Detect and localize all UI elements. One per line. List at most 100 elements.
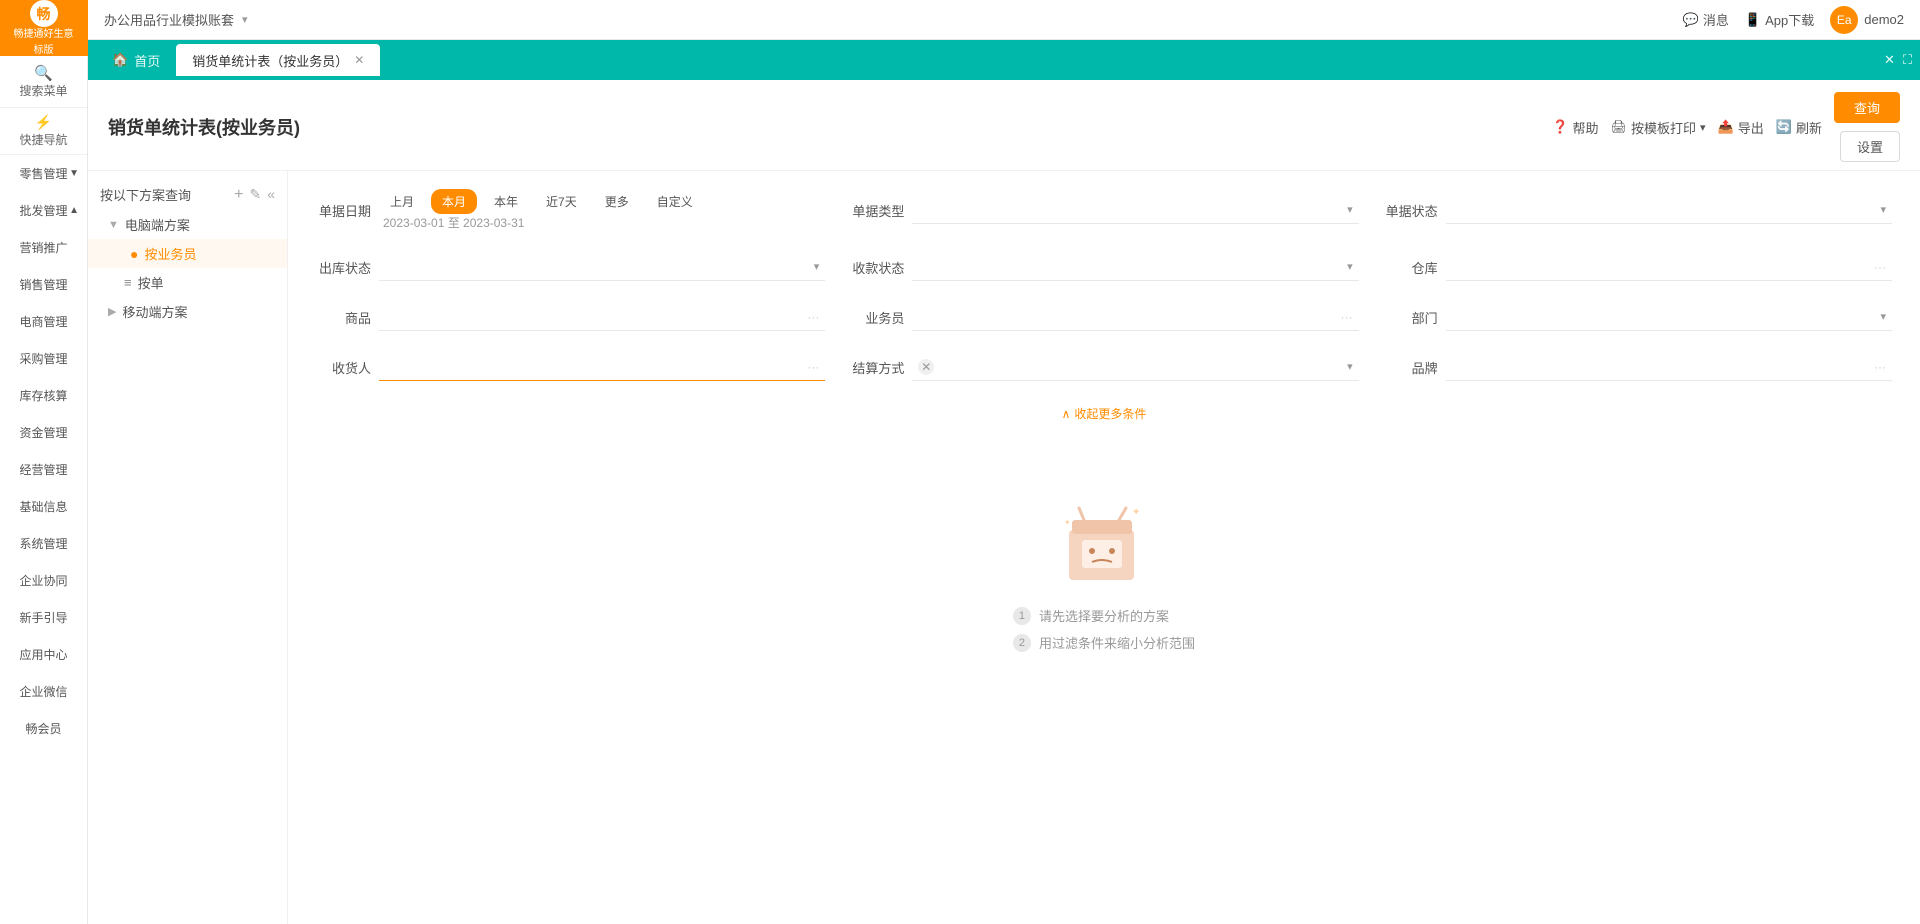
sidebar-item-system[interactable]: 系统管理 (0, 525, 87, 562)
panel-actions: + ✎ « (234, 186, 275, 204)
sidebar-quicknav[interactable]: ⚡ 快捷导航 (0, 108, 87, 155)
sidebar-item-purchase[interactable]: 采购管理 (0, 340, 87, 377)
consignee-input[interactable]: ··· (379, 353, 825, 381)
date-field: 单据日期 上月 本月 本年 近7天 更多 自定义 20 (304, 183, 837, 237)
by-salesperson-label: 按业务员 (144, 244, 196, 263)
sidebar-item-enterprise[interactable]: 企业协同 (0, 562, 87, 599)
salesperson-more-icon: ··· (1341, 310, 1353, 324)
close-window-icon[interactable]: ✕ (1884, 52, 1895, 68)
date-btn-more[interactable]: 更多 (594, 189, 640, 214)
doc-status-input[interactable]: ▾ (1446, 196, 1892, 224)
salesperson-input[interactable]: ··· (912, 303, 1358, 331)
chevron-up-icon: ▲ (69, 205, 79, 216)
app-download-label: App下载 (1765, 10, 1814, 29)
empty-state: ✦ ✦ 1 请先选择要分析的方案 2 用过滤条件来缩小分析范围 (304, 430, 1904, 712)
department-field: 部门 ▾ (1371, 297, 1904, 337)
sidebar-logo: 畅 畅捷通好生意 标版 (0, 0, 88, 56)
export-button[interactable]: 📤 导出 (1718, 118, 1764, 137)
refresh-label: 刷新 (1796, 118, 1822, 137)
sidebar-item-finance[interactable]: 资金管理 (0, 414, 87, 451)
sidebar-item-marketing[interactable]: 营销推广 (0, 229, 87, 266)
sidebar-enterprise-label: 企业协同 (19, 572, 67, 589)
consignee-field: 收货人 ··· (304, 347, 837, 387)
warehouse-input[interactable]: ··· (1446, 253, 1892, 281)
hint-text-2: 用过滤条件来缩小分析范围 (1039, 633, 1195, 652)
empty-text-container: 1 请先选择要分析的方案 2 用过滤条件来缩小分析范围 (1013, 606, 1195, 652)
tree-mobile-label: 移动端方案 (122, 302, 187, 321)
tree-by-salesperson[interactable]: ● 按业务员 (88, 239, 287, 268)
header-title-area: 办公用品行业模拟账套 ▾ (104, 10, 248, 29)
header-app-title: 办公用品行业模拟账套 (104, 10, 234, 29)
sidebar-search-label: 搜索菜单 (0, 82, 87, 99)
receive-status-input[interactable]: ▾ (912, 253, 1358, 281)
edit-scheme-icon[interactable]: ✎ (249, 186, 261, 204)
date-label: 单据日期 (316, 201, 371, 220)
hint-text-1: 请先选择要分析的方案 (1039, 606, 1169, 625)
brand-field: 品牌 ··· (1371, 347, 1904, 387)
date-btn-thisyear[interactable]: 本年 (483, 189, 529, 214)
collapse-label: 收起更多条件 (1074, 405, 1146, 422)
add-scheme-icon[interactable]: + (234, 186, 243, 204)
collapse-panel-icon[interactable]: « (267, 186, 275, 204)
sidebar-item-ecommerce[interactable]: 电商管理 (0, 303, 87, 340)
date-btn-custom[interactable]: 自定义 (646, 189, 704, 214)
sidebar-item-operations[interactable]: 经营管理 (0, 451, 87, 488)
sidebar-search[interactable]: 🔍 搜索菜单 (0, 56, 87, 108)
collapse-button[interactable]: ∧ 收起更多条件 (304, 397, 1904, 430)
filter-row-1: 单据日期 上月 本月 本年 近7天 更多 自定义 20 (304, 183, 1904, 237)
sidebar-finance-label: 资金管理 (19, 424, 67, 441)
settlement-clear-icon[interactable]: ✕ (918, 359, 934, 375)
doc-type-dropdown-icon: ▾ (1347, 203, 1353, 216)
message-button[interactable]: 💬 消息 (1683, 10, 1729, 29)
sidebar-item-basic[interactable]: 基础信息 (0, 488, 87, 525)
filter-row-4: 收货人 ··· 结算方式 ✕ ▾ (304, 347, 1904, 387)
out-status-dropdown-icon: ▾ (814, 260, 820, 273)
content-area: 按以下方案查询 + ✎ « ▼ 电脑端方案 ● 按业务员 (88, 171, 1920, 924)
user-profile[interactable]: Ea demo2 (1830, 6, 1904, 34)
doc-type-label: 单据类型 (849, 201, 904, 220)
settlement-input[interactable]: ✕ ▾ (912, 353, 1358, 381)
sidebar-item-newbie[interactable]: 新手引导 (0, 599, 87, 636)
header-dropdown-icon[interactable]: ▾ (242, 13, 248, 26)
warehouse-field: 仓库 ··· (1371, 247, 1904, 287)
sidebar-appstore-label: 应用中心 (19, 646, 67, 663)
app-download-button[interactable]: 📱 App下载 (1745, 10, 1814, 29)
tab-close-icon[interactable]: ✕ (354, 53, 364, 67)
date-btn-7days[interactable]: 近7天 (535, 189, 588, 214)
tree-mobile[interactable]: ▶ 移动端方案 (88, 297, 287, 326)
sidebar-item-retail[interactable]: 零售管理 ▼ (0, 155, 87, 192)
warehouse-label: 仓库 (1383, 258, 1438, 277)
date-btn-lastmonth[interactable]: 上月 (379, 189, 425, 214)
query-button[interactable]: 查询 (1834, 92, 1900, 123)
tab-sales-label: 销货单统计表（按业务员） (192, 51, 348, 70)
sidebar-purchase-label: 采购管理 (19, 350, 67, 367)
brand-input[interactable]: ··· (1446, 353, 1892, 381)
template-print-button[interactable]: 🖨 按模板打印 ▾ (1611, 118, 1706, 137)
tab-sales-stats[interactable]: 销货单统计表（按业务员） ✕ (176, 44, 380, 76)
doc-type-input[interactable]: ▾ (912, 196, 1358, 224)
tree-by-order[interactable]: ≡ 按单 (88, 268, 287, 297)
receive-status-field: 收款状态 ▾ (837, 247, 1370, 287)
page-inner: 销货单统计表(按业务员) ❓ 帮助 🖨 按模板打印 ▾ 📤 导出 (88, 80, 1920, 924)
left-panel-header: 按以下方案查询 + ✎ « (88, 179, 287, 210)
sidebar-item-sales[interactable]: 销售管理 (0, 266, 87, 303)
tree-desktop[interactable]: ▼ 电脑端方案 (88, 210, 287, 239)
tab-home[interactable]: 🏠 首页 (96, 44, 176, 76)
settings-button[interactable]: 设置 (1840, 131, 1900, 162)
app-download-icon: 📱 (1745, 12, 1761, 28)
sidebar-item-appstore[interactable]: 应用中心 (0, 636, 87, 673)
department-dropdown-icon: ▾ (1880, 310, 1886, 323)
refresh-button[interactable]: 🔄 刷新 (1776, 118, 1822, 137)
doc-status-dropdown-icon: ▾ (1880, 203, 1886, 216)
department-input[interactable]: ▾ (1446, 303, 1892, 331)
sidebar-item-weixin[interactable]: 企业微信 (0, 673, 87, 710)
sidebar-item-inventory[interactable]: 库存核算 (0, 377, 87, 414)
sidebar-item-member[interactable]: 畅会员 (0, 710, 87, 747)
sidebar-marketing-label: 营销推广 (19, 239, 67, 256)
maximize-icon[interactable]: ⛶ (1903, 52, 1912, 68)
out-status-input[interactable]: ▾ (379, 253, 825, 281)
date-btn-thismonth[interactable]: 本月 (431, 189, 477, 214)
product-input[interactable]: ··· (379, 303, 825, 331)
sidebar-item-wholesale[interactable]: 批发管理 ▲ (0, 192, 87, 229)
help-button[interactable]: ❓ 帮助 (1552, 118, 1598, 137)
